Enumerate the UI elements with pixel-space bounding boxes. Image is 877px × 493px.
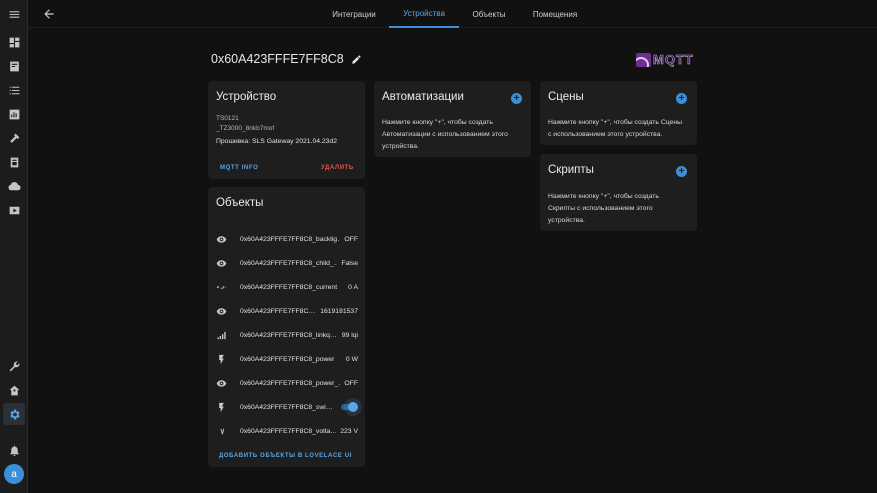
scenes-card-title: Сцены [548,91,584,103]
media-icon[interactable] [3,151,25,173]
sidebar: a [0,0,28,493]
add-script-plus-icon[interactable]: + [676,166,687,177]
scripts-description: Нажмите кнопку "+", чтобы создать Скрипт… [548,191,659,227]
device-card-title: Устройство [216,91,277,103]
add-to-lovelace-button[interactable]: ДОБАВИТЬ ОБЪЕКТЫ В LOVELACE UI [219,453,352,459]
settings-icon[interactable] [3,403,25,425]
mqtt-logo-text: MQTT [653,52,694,68]
entity-row[interactable]: 0x60A423FFFE7FF8C… 1619181537 [216,299,358,323]
entity-name: 0x60A423FFFE7FF8C8_current [240,283,338,291]
cloud-icon[interactable] [3,175,25,197]
entity-state: 0 A [348,283,358,291]
home-assistant-icon[interactable] [3,379,25,401]
entity-name: 0x60A423FFFE7FF8C8_power [240,355,335,363]
add-automation-plus-icon[interactable]: + [511,93,522,104]
eye-icon [216,378,227,389]
tab-entities[interactable]: Объекты [464,0,514,28]
mqtt-logo: MQTT [636,52,698,67]
entity-state: OFF [344,235,358,243]
automations-card: Автоматизации + Нажмите кнопку "+", чтоб… [374,81,531,157]
entity-row[interactable]: 0x60A423FFFE7FF8C8_power_… OFF [216,371,358,395]
description-line: Нажмите кнопку "+", чтобы создать [548,193,659,200]
entity-row[interactable]: 0x60A423FFFE7FF8C8_backlig… OFF [216,227,358,251]
entity-name: 0x60A423FFFE7FF8C8_swi… [240,403,333,411]
map-icon[interactable] [3,55,25,77]
entity-state: False [341,259,358,267]
delete-device-button[interactable]: УДАЛИТЬ [321,165,354,171]
bell-icon[interactable] [3,439,25,461]
automations-card-title: Автоматизации [382,91,464,103]
top-bar: Интеграции Устройства Объекты Помещения [28,0,877,28]
eye-icon [216,306,227,317]
tab-integrations[interactable]: Интеграции [324,0,384,28]
logbook-icon[interactable] [3,79,25,101]
device-firmware: Прошивка: SLS Gateway 2021.04.23d2 [216,138,338,145]
description-line: Нажмите кнопку "+", чтобы создать Сцены [548,119,682,126]
mqtt-info-button[interactable]: MQTT INFO [220,165,258,171]
entity-name: 0x60A423FFFE7FF8C8_linkq… [240,331,337,339]
description-line: устройства. [382,143,419,150]
entities-card: Объекты 0x60A423FFFE7FF8C8_backlig… OFF … [208,187,365,467]
eye-icon [216,258,227,269]
entity-row[interactable]: 0x60A423FFFE7FF8C8_power 0 W [216,347,358,371]
scenes-card: Сцены + Нажмите кнопку "+", чтобы создат… [540,81,697,145]
flash-icon [216,402,227,413]
device-name: 0x60A423FFFE7FF8C8 [211,52,344,66]
eye-icon [216,234,227,245]
entity-state: OFF [344,379,358,387]
menu-icon[interactable] [3,3,25,25]
add-scene-plus-icon[interactable]: + [676,93,687,104]
entity-row[interactable]: 0x60A423FFFE7FF8C8_swi… [216,395,358,419]
back-arrow-icon[interactable] [42,7,56,21]
entity-state: 0 W [345,355,358,363]
mqtt-mark-icon [636,52,651,67]
history-icon[interactable] [3,103,25,125]
entity-row[interactable]: 0x60A423FFFE7FF8C8_linkq… 99 lqi [216,323,358,347]
description-line: Скрипты с использованием этого [548,205,653,212]
wrench-icon[interactable] [3,355,25,377]
entity-name: 0x60A423FFFE7FF8C… [240,307,316,315]
device-header: 0x60A423FFFE7FF8C8 [211,52,362,66]
scripts-card-title: Скрипты [548,164,594,176]
description-line: устройства. [548,217,585,224]
entity-name: 0x60A423FFFE7FF8C8_volta… [240,427,337,435]
entities-card-title: Объекты [216,197,264,209]
scenes-description: Нажмите кнопку "+", чтобы создать Сцены … [548,117,682,141]
overview-icon[interactable] [3,31,25,53]
entity-name: 0x60A423FFFE7FF8C8_power_… [240,379,341,387]
play-box-icon[interactable] [3,199,25,221]
signal-icon [216,330,227,341]
device-model: TS0121 [216,115,239,122]
entity-name: 0x60A423FFFE7FF8C8_child_… [240,259,338,267]
sine-wave-icon [216,282,227,293]
edit-pencil-icon[interactable] [351,54,362,65]
scripts-card: Скрипты + Нажмите кнопку "+", чтобы созд… [540,154,697,231]
entity-row[interactable]: 0x60A423FFFE7FF8C8_current 0 A [216,275,358,299]
flash-icon [216,354,227,365]
hammer-icon[interactable] [3,127,25,149]
entity-state: 99 lqi [341,331,358,339]
description-line: Нажмите кнопку "+", чтобы создать [382,119,493,126]
switch-toggle[interactable] [340,402,358,412]
tab-devices[interactable]: Устройства [389,0,459,28]
entity-row[interactable]: 0x60A423FFFE7FF8C8_volta… 223 V [216,419,358,443]
voltage-icon [216,426,227,437]
entity-state: 223 V [340,427,358,435]
device-manufacturer: _TZ3000_8nkb7mof [216,125,275,132]
user-avatar[interactable]: a [4,464,24,484]
tab-areas[interactable]: Помещения [525,0,585,28]
device-info-card: Устройство TS0121 _TZ3000_8nkb7mof Проши… [208,81,365,179]
description-line: с использованием этого устройства. [548,131,663,138]
entity-row[interactable]: 0x60A423FFFE7FF8C8_child_… False [216,251,358,275]
description-line: Автоматизации с использованием этого [382,131,508,138]
entity-name: 0x60A423FFFE7FF8C8_backlig… [240,235,341,243]
entity-state: 1619181537 [320,307,358,315]
automations-description: Нажмите кнопку "+", чтобы создать Автома… [382,117,508,153]
